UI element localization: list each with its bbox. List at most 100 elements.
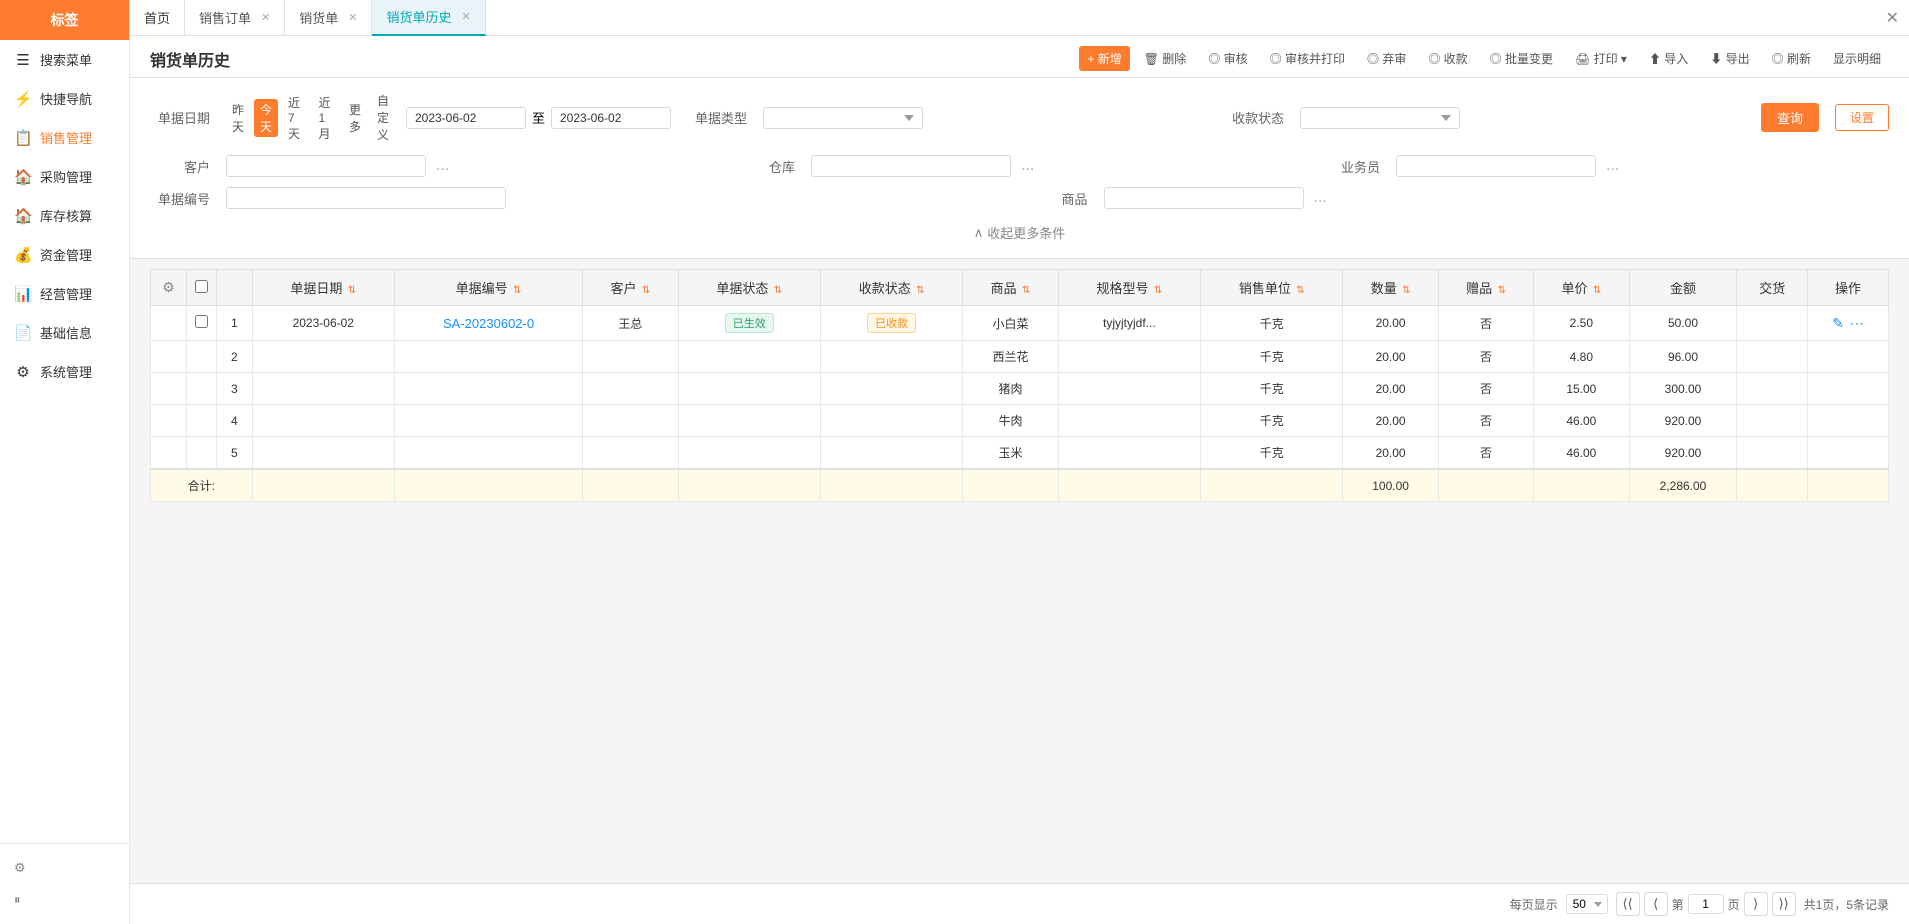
date-shortcut-1month[interactable]: 近1月 bbox=[313, 92, 339, 144]
page-num-input[interactable] bbox=[1688, 894, 1724, 914]
audit-button[interactable]: ◎ 审核 bbox=[1200, 46, 1255, 71]
row-checkbox[interactable] bbox=[195, 315, 208, 328]
doc-type-select[interactable] bbox=[763, 107, 923, 129]
print-button[interactable]: 🖨 打印 ▾ bbox=[1567, 46, 1635, 71]
new-button[interactable]: + 新增 bbox=[1079, 46, 1129, 71]
date-shortcuts: 昨天 今天 近7天 近1月 更多 自定义 bbox=[226, 90, 400, 145]
cell-check[interactable] bbox=[187, 306, 217, 341]
cell-check[interactable] bbox=[187, 341, 217, 373]
sort-icon-customer: ⇅ bbox=[642, 285, 650, 296]
sidebar-item-sales-mgmt[interactable]: 📋 销售管理 bbox=[0, 118, 129, 157]
sidebar-item-quick-nav[interactable]: ⚡ 快捷导航 bbox=[0, 79, 129, 118]
cell-rownum: 3 bbox=[217, 373, 253, 405]
tab-sales-order-close[interactable]: ✕ bbox=[261, 11, 270, 24]
tab-sales-goods-close[interactable]: ✕ bbox=[348, 11, 357, 24]
date-end-input[interactable] bbox=[551, 107, 671, 129]
col-unit-price[interactable]: 单价 ⇅ bbox=[1534, 270, 1629, 306]
receive-button[interactable]: ◎ 收款 bbox=[1420, 46, 1475, 71]
gear-icon[interactable]: ⚙ bbox=[162, 279, 175, 295]
doc-no-input[interactable] bbox=[226, 187, 506, 209]
sidebar-item-finance-mgmt[interactable]: 💰 资金管理 bbox=[0, 235, 129, 274]
col-sales-unit[interactable]: 销售单位 ⇅ bbox=[1201, 270, 1343, 306]
cell-check[interactable] bbox=[187, 373, 217, 405]
col-spec-type[interactable]: 规格型号 ⇅ bbox=[1058, 270, 1200, 306]
cell-check[interactable] bbox=[187, 405, 217, 437]
warehouse-input[interactable] bbox=[811, 155, 1011, 177]
sidebar-item-label: 销售管理 bbox=[40, 128, 92, 147]
date-shortcut-more[interactable]: 更多 bbox=[343, 99, 367, 137]
sidebar-bottom-settings[interactable]: ⚙ bbox=[0, 852, 129, 884]
col-gear[interactable]: ⚙ bbox=[151, 270, 187, 306]
date-shortcut-custom[interactable]: 自定义 bbox=[371, 90, 400, 145]
doc-no-link[interactable]: SA-20230602-0 bbox=[443, 316, 534, 331]
abandon-button[interactable]: ◎ 弃审 bbox=[1359, 46, 1414, 71]
cell-check[interactable] bbox=[187, 437, 217, 470]
sidebar-item-basic-info[interactable]: 📄 基础信息 bbox=[0, 313, 129, 352]
date-shortcut-today[interactable]: 今天 bbox=[254, 99, 278, 137]
date-shortcut-yesterday[interactable]: 昨天 bbox=[226, 99, 250, 137]
col-gift[interactable]: 赠品 ⇅ bbox=[1438, 270, 1533, 306]
sidebar-item-label: 基础信息 bbox=[40, 323, 92, 342]
page-first-button[interactable]: ⟨⟨ bbox=[1616, 892, 1640, 916]
tab-sales-order[interactable]: 销售订单 ✕ bbox=[185, 0, 285, 36]
sidebar-item-system-mgmt[interactable]: ⚙ 系统管理 bbox=[0, 352, 129, 391]
inventory-calc-icon: 🏠 bbox=[14, 207, 32, 225]
col-doc-status[interactable]: 单据状态 ⇅ bbox=[678, 270, 820, 306]
query-button[interactable]: 查询 bbox=[1761, 103, 1819, 132]
tabbar-close-all[interactable]: ✕ bbox=[1886, 8, 1899, 28]
sidebar-item-purchase-mgmt[interactable]: 🏠 采购管理 bbox=[0, 157, 129, 196]
delete-button[interactable]: 🗑 删除 bbox=[1136, 46, 1195, 71]
filter-section: 单据日期 昨天 今天 近7天 近1月 更多 自定义 至 单据类型 bbox=[130, 78, 1909, 259]
import-button[interactable]: ⬆ 导入 bbox=[1641, 46, 1696, 71]
col-doc-date[interactable]: 单据日期 ⇅ bbox=[252, 270, 394, 306]
check-all[interactable] bbox=[195, 280, 208, 293]
warehouse-control: ... bbox=[811, 155, 1304, 177]
show-detail-button[interactable]: 显示明细 bbox=[1825, 46, 1889, 71]
collapse-button[interactable]: ∧ 收起更多条件 bbox=[974, 219, 1066, 246]
salesperson-dots[interactable]: ... bbox=[1602, 157, 1623, 175]
goods-input[interactable] bbox=[1104, 187, 1304, 209]
sidebar-bottom-pause[interactable]: ⏸ bbox=[0, 884, 129, 916]
page-size-select[interactable]: 50 bbox=[1566, 894, 1608, 914]
goods-dots[interactable]: ... bbox=[1310, 189, 1331, 207]
customer-input[interactable] bbox=[226, 155, 426, 177]
cell-customer bbox=[583, 341, 678, 373]
cell-gear bbox=[151, 341, 187, 373]
sort-icon-gift: ⇅ bbox=[1497, 285, 1505, 296]
cell-payment-status: 已收款 bbox=[820, 306, 962, 341]
date-start-input[interactable] bbox=[406, 107, 526, 129]
sort-icon-docstatus: ⇅ bbox=[774, 285, 782, 296]
col-doc-no[interactable]: 单据编号 ⇅ bbox=[394, 270, 582, 306]
col-quantity[interactable]: 数量 ⇅ bbox=[1343, 270, 1438, 306]
settings-button[interactable]: 设置 bbox=[1835, 104, 1889, 131]
search-menu-icon: ☰ bbox=[14, 51, 32, 69]
tab-home[interactable]: 首页 bbox=[130, 0, 185, 36]
page-next-button[interactable]: ⟩ bbox=[1744, 892, 1768, 916]
sidebar-logo: 标签 bbox=[0, 0, 129, 40]
payment-status-select[interactable] bbox=[1300, 107, 1460, 129]
col-payment-status[interactable]: 收款状态 ⇅ bbox=[820, 270, 962, 306]
more-icon[interactable]: ⋯ bbox=[1850, 315, 1864, 332]
export-button[interactable]: ⬇ 导出 bbox=[1702, 46, 1757, 71]
col-goods[interactable]: 商品 ⇅ bbox=[963, 270, 1058, 306]
page-last-button[interactable]: ⟩⟩ bbox=[1772, 892, 1796, 916]
tab-sales-goods[interactable]: 销货单 ✕ bbox=[285, 0, 372, 36]
batch-change-button[interactable]: ◎ 批量变更 bbox=[1482, 46, 1561, 71]
customer-dots[interactable]: ... bbox=[432, 157, 453, 175]
date-shortcut-7days[interactable]: 近7天 bbox=[282, 92, 308, 144]
cell-payment-status bbox=[820, 437, 962, 470]
sidebar-item-operation-mgmt[interactable]: 📊 经营管理 bbox=[0, 274, 129, 313]
refresh-button[interactable]: ◎ 刷新 bbox=[1764, 46, 1819, 71]
tab-sales-history[interactable]: 销货单历史 ✕ bbox=[372, 0, 485, 36]
page-prev-button[interactable]: ⟨ bbox=[1644, 892, 1668, 916]
sidebar-item-search-menu[interactable]: ☰ 搜索菜单 bbox=[0, 40, 129, 79]
col-actions: 操作 bbox=[1808, 270, 1889, 306]
col-customer[interactable]: 客户 ⇅ bbox=[583, 270, 678, 306]
warehouse-dots[interactable]: ... bbox=[1017, 157, 1038, 175]
tab-sales-history-close[interactable]: ✕ bbox=[462, 10, 471, 23]
audit-print-button[interactable]: ◎ 审核并打印 bbox=[1262, 46, 1353, 71]
cell-gear bbox=[151, 306, 187, 341]
edit-icon[interactable]: ✎ bbox=[1832, 315, 1844, 332]
sidebar-item-inventory-calc[interactable]: 🏠 库存核算 bbox=[0, 196, 129, 235]
salesperson-input[interactable] bbox=[1396, 155, 1596, 177]
